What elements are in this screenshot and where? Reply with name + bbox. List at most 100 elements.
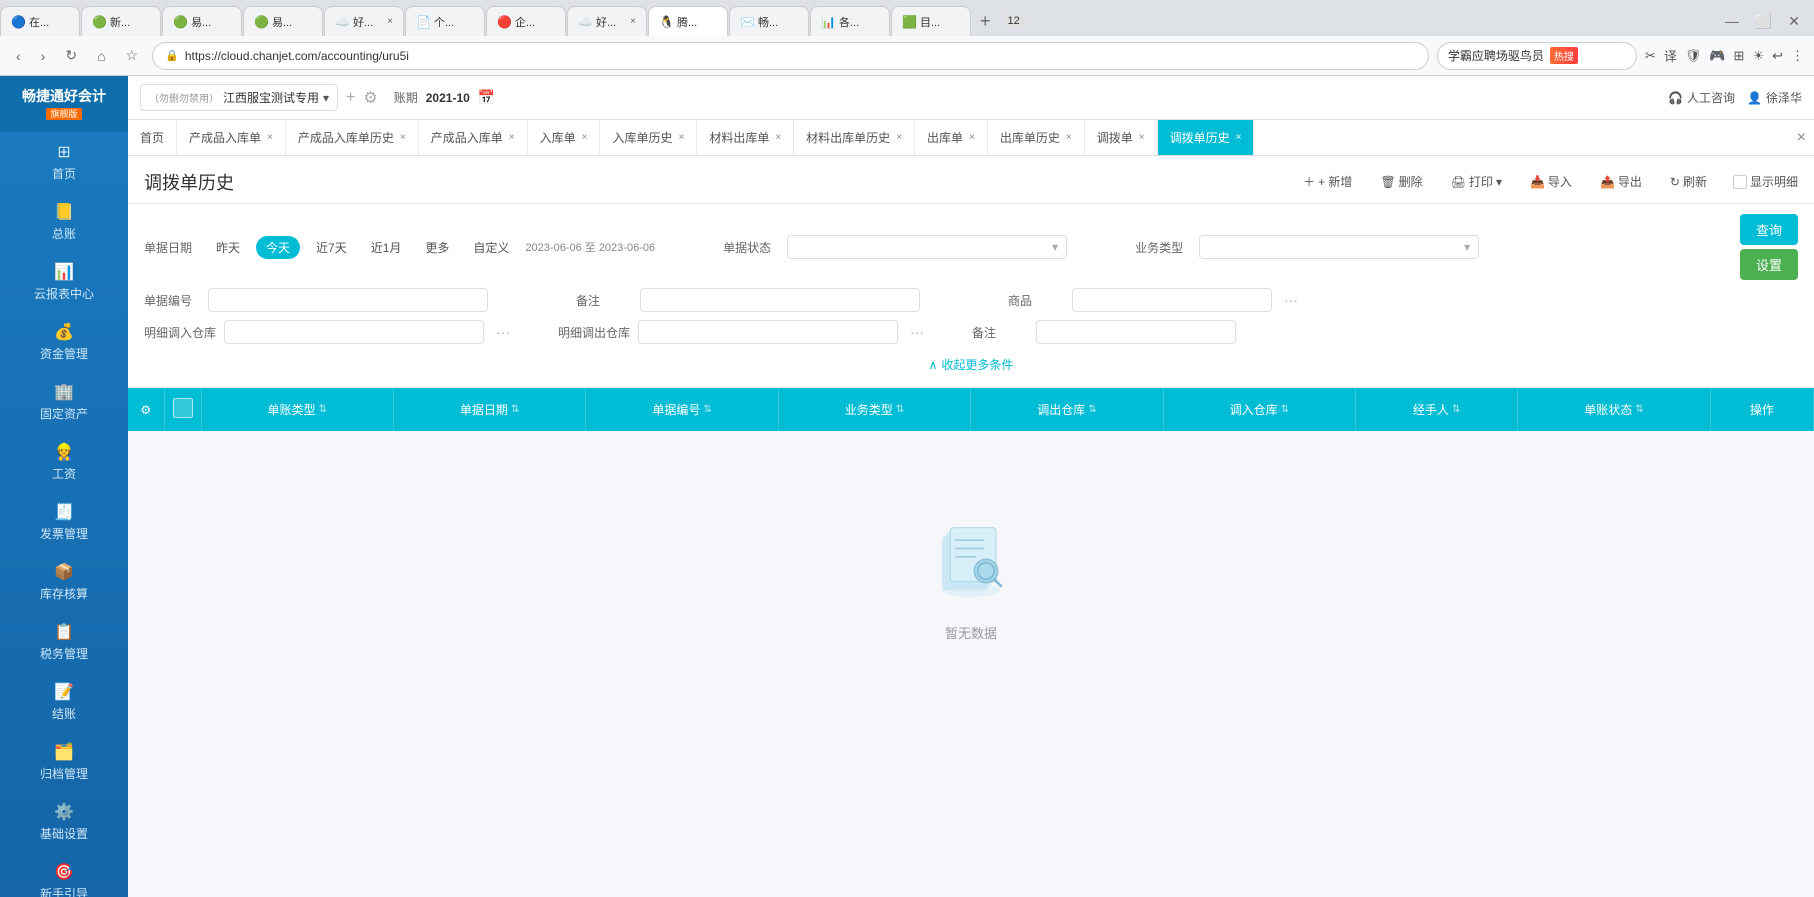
- settings-gear-icon[interactable]: ⚙: [363, 88, 377, 108]
- tab-product-inbound[interactable]: 产成品入库单 ×: [177, 120, 286, 156]
- col-no[interactable]: 单据编号 ⇅: [586, 388, 778, 431]
- sidebar-item-salary[interactable]: 👷 工资: [0, 432, 128, 492]
- menu-icon[interactable]: ⋮: [1791, 48, 1804, 64]
- date-custom-btn[interactable]: 自定义: [465, 236, 517, 259]
- tab-close-outbound-history[interactable]: ×: [1066, 132, 1072, 143]
- browser-tab-1[interactable]: 🔵 在...: [0, 6, 80, 36]
- tab-close-5[interactable]: ×: [387, 16, 393, 27]
- sidebar-item-ledger[interactable]: 📒 总账: [0, 192, 128, 252]
- browser-tab-11[interactable]: 📊 各...: [810, 6, 890, 36]
- collapse-filter-button[interactable]: ∧ 收起更多条件: [144, 352, 1798, 377]
- tab-close-transfer[interactable]: ×: [1139, 132, 1145, 143]
- tab-close-8[interactable]: ×: [630, 16, 636, 27]
- url-bar[interactable]: 🔒 https://cloud.chanjet.com/accounting/u…: [152, 42, 1429, 70]
- sidebar-item-guide[interactable]: 🎯 新手引导: [0, 852, 128, 897]
- scissors-icon[interactable]: ✂: [1645, 48, 1656, 64]
- query-button[interactable]: 查询: [1740, 214, 1798, 245]
- grid-icon[interactable]: ⊞: [1734, 48, 1745, 64]
- close-all-tabs-button[interactable]: ×: [1789, 129, 1814, 147]
- tab-transfer-history[interactable]: 调拨单历史 ×: [1158, 120, 1255, 156]
- tab-close-inbound[interactable]: ×: [582, 132, 588, 143]
- shield-icon[interactable]: 🛡: [1685, 48, 1702, 64]
- column-settings-button[interactable]: ⚙: [128, 388, 164, 431]
- col-type[interactable]: 单账类型 ⇅: [201, 388, 393, 431]
- add-company-icon[interactable]: +: [346, 89, 355, 107]
- forward-button[interactable]: ›: [35, 44, 52, 68]
- tab-close-material-outbound[interactable]: ×: [775, 132, 781, 143]
- translate-icon[interactable]: 译: [1664, 46, 1677, 65]
- new-tab-button[interactable]: +: [972, 11, 999, 32]
- col-handler[interactable]: 经手人 ⇅: [1356, 388, 1518, 431]
- home-button[interactable]: ⌂: [91, 44, 111, 68]
- tab-material-outbound[interactable]: 材料出库单 ×: [697, 120, 794, 156]
- date-more-btn[interactable]: 更多: [417, 236, 457, 259]
- detail-in-input[interactable]: [224, 320, 484, 344]
- undo-icon[interactable]: ↩: [1772, 48, 1783, 64]
- col-date[interactable]: 单据日期 ⇅: [393, 388, 585, 431]
- close-button[interactable]: ✕: [1784, 9, 1804, 34]
- tab-close-material-outbound-history[interactable]: ×: [896, 132, 902, 143]
- tab-close-product-inbound2[interactable]: ×: [509, 132, 515, 143]
- user-info[interactable]: 👤 徐泽华: [1747, 89, 1802, 106]
- business-type-dropdown[interactable]: ▾: [1199, 235, 1479, 259]
- status-dropdown[interactable]: ▾: [787, 235, 1067, 259]
- remark-input[interactable]: [640, 288, 920, 312]
- browser-tab-7[interactable]: 🔴 企...: [486, 6, 566, 36]
- sidebar-item-inventory[interactable]: 📦 库存核算: [0, 552, 128, 612]
- date-7days-btn[interactable]: 近7天: [308, 236, 355, 259]
- select-all-checkbox[interactable]: [173, 398, 193, 418]
- sidebar-item-assets[interactable]: 🏢 固定资产: [0, 372, 128, 432]
- delete-button[interactable]: 🗑 删除: [1370, 168, 1432, 195]
- goods-input[interactable]: [1072, 288, 1272, 312]
- import-button[interactable]: 📥 导入: [1520, 168, 1582, 195]
- company-selector[interactable]: （勿删勿禁用） 江西服宝测试专用 ▾: [140, 84, 338, 111]
- sidebar-item-settings[interactable]: ⚙️ 基础设置: [0, 792, 128, 852]
- calendar-icon[interactable]: 📅: [478, 89, 495, 106]
- tab-close-outbound[interactable]: ×: [969, 132, 975, 143]
- gamepad-icon[interactable]: 🎮: [1709, 48, 1725, 64]
- tab-product-inbound2[interactable]: 产成品入库单 ×: [419, 120, 528, 156]
- date-today-btn[interactable]: 今天: [256, 236, 300, 259]
- browser-tab-5[interactable]: ☁️ 好... ×: [324, 6, 404, 36]
- new-button[interactable]: ＋ + 新增: [1293, 168, 1362, 195]
- minimize-button[interactable]: —: [1721, 9, 1743, 33]
- doc-no-input[interactable]: [208, 288, 488, 312]
- browser-tab-8[interactable]: ☁️ 好... ×: [567, 6, 647, 36]
- filter-settings-button[interactable]: 设置: [1740, 249, 1798, 280]
- col-out-warehouse[interactable]: 调出仓库 ⇅: [971, 388, 1163, 431]
- browser-tab-9[interactable]: 🐧 腾...: [648, 6, 728, 36]
- tab-close-product-inbound-history[interactable]: ×: [400, 132, 406, 143]
- sidebar-item-reports[interactable]: 📊 云报表中心: [0, 252, 128, 312]
- date-1month-btn[interactable]: 近1月: [363, 236, 410, 259]
- browser-tab-10[interactable]: ✉️ 畅...: [729, 6, 809, 36]
- tab-close-inbound-history[interactable]: ×: [678, 132, 684, 143]
- browser-tab-2[interactable]: 🟢 新...: [81, 6, 161, 36]
- tab-inbound-history[interactable]: 入库单历史 ×: [600, 120, 697, 156]
- tab-inbound[interactable]: 入库单 ×: [528, 120, 601, 156]
- date-yesterday-btn[interactable]: 昨天: [208, 236, 248, 259]
- col-business[interactable]: 业务类型 ⇅: [778, 388, 970, 431]
- browser-tab-4[interactable]: 🟢 易...: [243, 6, 323, 36]
- tab-home[interactable]: 首页: [128, 120, 177, 156]
- maximize-button[interactable]: ⬜: [1751, 9, 1776, 34]
- detail-out-dots[interactable]: ···: [910, 324, 924, 340]
- sidebar-item-closing[interactable]: 📝 结账: [0, 672, 128, 732]
- tab-transfer[interactable]: 调拨单 ×: [1085, 120, 1158, 156]
- tab-material-outbound-history[interactable]: 材料出库单历史 ×: [794, 120, 915, 156]
- remark2-input[interactable]: [1036, 320, 1236, 344]
- browser-tab-12[interactable]: 🟩 目...: [891, 6, 971, 36]
- select-all-th[interactable]: [164, 388, 201, 431]
- sidebar-item-home[interactable]: ⊞ 首页: [0, 132, 128, 192]
- browser-tab-3[interactable]: 🟢 易...: [162, 6, 242, 36]
- export-button[interactable]: 📤 导出: [1590, 168, 1652, 195]
- reload-button[interactable]: ↻: [59, 43, 83, 68]
- goods-dots[interactable]: ···: [1284, 292, 1298, 308]
- col-status[interactable]: 单账状态 ⇅: [1518, 388, 1710, 431]
- detail-out-input[interactable]: [638, 320, 898, 344]
- bookmark-button[interactable]: ☆: [120, 43, 145, 68]
- browser-tab-6[interactable]: 📄 个...: [405, 6, 485, 36]
- brightness-icon[interactable]: ☀: [1752, 48, 1764, 64]
- tab-outbound[interactable]: 出库单 ×: [915, 120, 988, 156]
- tab-close-transfer-history[interactable]: ×: [1236, 132, 1242, 143]
- sidebar-item-tax[interactable]: 📋 税务管理: [0, 612, 128, 672]
